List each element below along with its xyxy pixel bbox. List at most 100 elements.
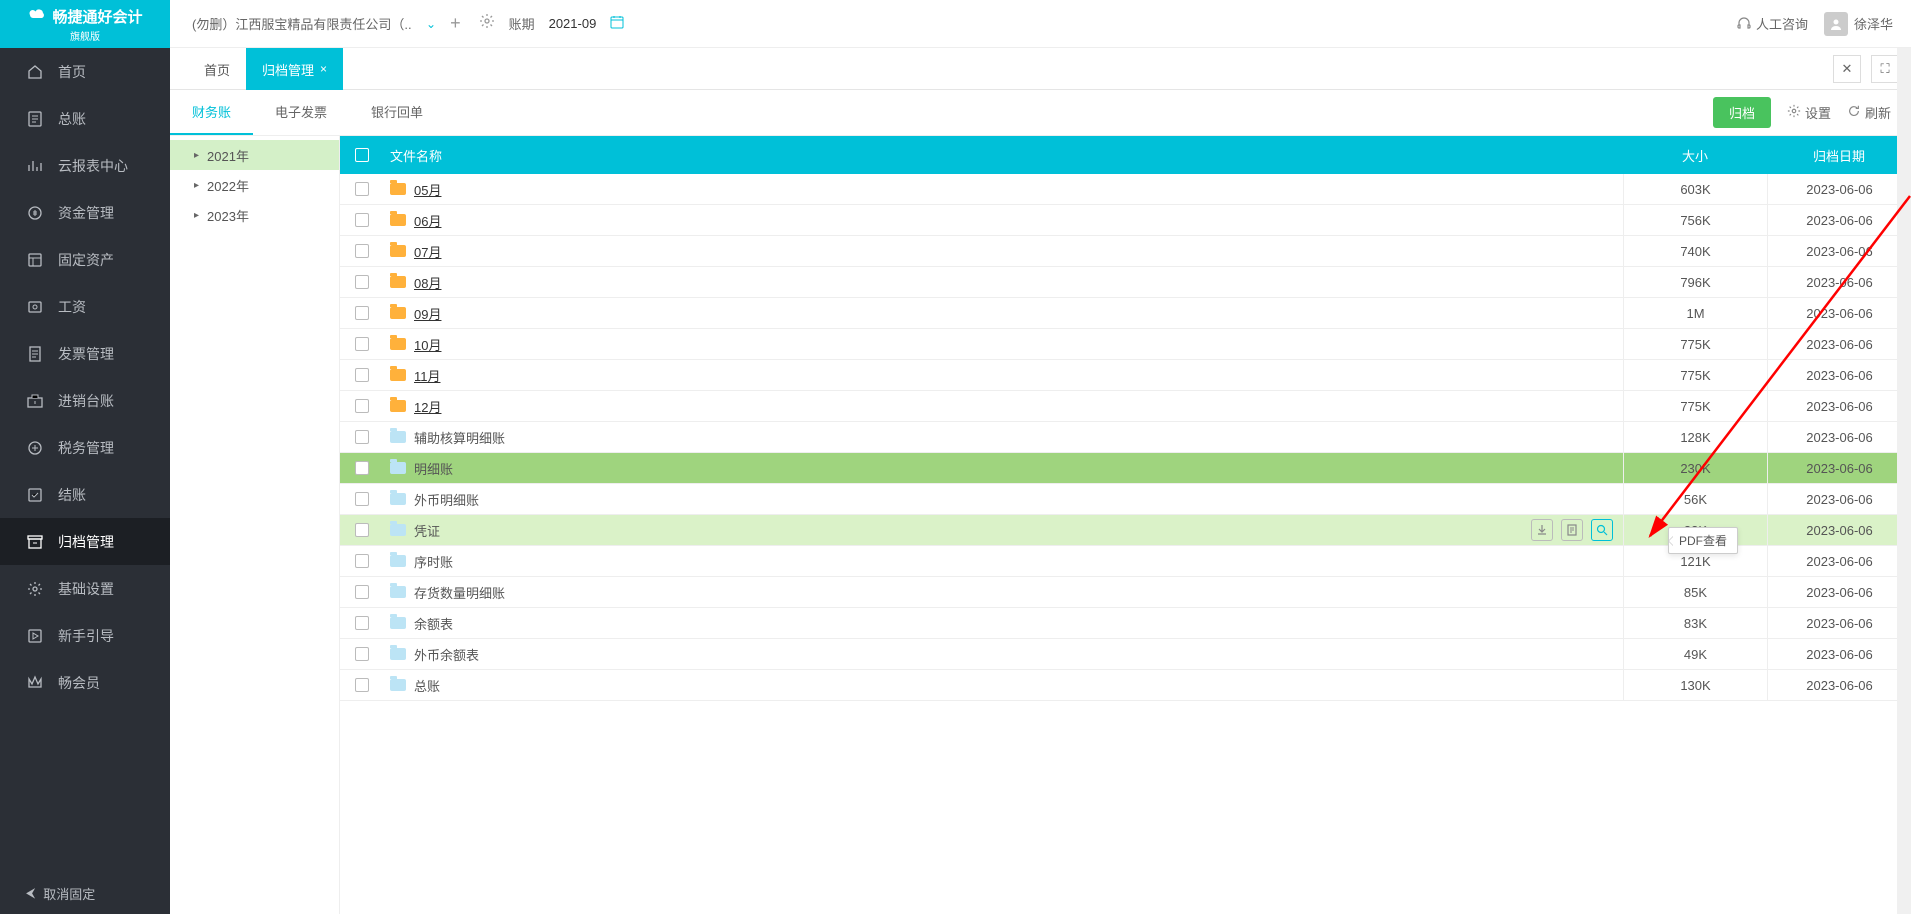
row-checkbox[interactable]	[355, 368, 369, 382]
row-checkbox[interactable]	[355, 182, 369, 196]
gear-icon[interactable]	[479, 13, 495, 34]
table-row[interactable]: 外币明细账56K2023-06-06	[340, 484, 1911, 515]
caret-right-icon: ▸	[194, 180, 199, 191]
sidebar-item-member[interactable]: 畅会员	[0, 659, 170, 706]
table-row[interactable]: 明细账230K2023-06-06	[340, 453, 1911, 484]
calendar-icon[interactable]	[610, 15, 624, 32]
table-row[interactable]: 10月775K2023-06-06	[340, 329, 1911, 360]
table-row[interactable]: 09月1M2023-06-06	[340, 298, 1911, 329]
archive-date: 2023-06-06	[1767, 422, 1911, 452]
row-checkbox[interactable]	[355, 399, 369, 413]
add-icon[interactable]: +	[450, 13, 461, 34]
archive-date: 2023-06-06	[1767, 391, 1911, 421]
table-row[interactable]: 05月603K2023-06-06	[340, 174, 1911, 205]
close-tab-button[interactable]: ✕	[1833, 55, 1861, 83]
company-selector[interactable]: (勿删）江西服宝精品有限责任公司（...	[192, 14, 412, 33]
sidebar-item-fund[interactable]: 资金管理	[0, 189, 170, 236]
refresh-link[interactable]: 刷新	[1847, 103, 1891, 122]
archive-date: 2023-06-06	[1767, 329, 1911, 359]
pdf-icon[interactable]	[1561, 519, 1583, 541]
row-checkbox[interactable]	[355, 492, 369, 506]
sidebar-item-settings[interactable]: 基础设置	[0, 565, 170, 612]
row-checkbox[interactable]	[355, 430, 369, 444]
table-row[interactable]: 外币余额表49K2023-06-06	[340, 639, 1911, 670]
file-size: 740K	[1623, 236, 1767, 266]
row-checkbox[interactable]	[355, 523, 369, 537]
sidebar-item-close[interactable]: 结账	[0, 471, 170, 518]
row-checkbox[interactable]	[355, 554, 369, 568]
table-row[interactable]: 总账130K2023-06-06	[340, 670, 1911, 701]
subtab[interactable]: 财务账	[170, 90, 253, 135]
username[interactable]: 徐泽华	[1854, 14, 1893, 33]
cancel-pin-button[interactable]: ⮜ 取消固定	[0, 872, 170, 914]
chevron-down-icon[interactable]: ⌄	[426, 17, 436, 31]
row-checkbox[interactable]	[355, 585, 369, 599]
sidebar-item-asset[interactable]: 固定资产	[0, 236, 170, 283]
row-checkbox[interactable]	[355, 647, 369, 661]
sidebar-item-report[interactable]: 云报表中心	[0, 142, 170, 189]
settings-icon	[26, 580, 44, 598]
table-row[interactable]: 08月796K2023-06-06	[340, 267, 1911, 298]
table-row[interactable]: 12月775K2023-06-06	[340, 391, 1911, 422]
sidebar-item-archive[interactable]: 归档管理	[0, 518, 170, 565]
subtab[interactable]: 银行回单	[349, 90, 445, 135]
sidebar-item-label: 基础设置	[58, 579, 114, 599]
archive-button[interactable]: 归档	[1713, 97, 1771, 128]
pdf-view-icon[interactable]	[1591, 519, 1613, 541]
gear-icon	[1787, 104, 1801, 121]
close-icon[interactable]: ×	[320, 62, 327, 76]
file-name[interactable]: 08月	[414, 273, 441, 292]
row-checkbox[interactable]	[355, 275, 369, 289]
row-checkbox[interactable]	[355, 616, 369, 630]
table-row[interactable]: 存货数量明细账85K2023-06-06	[340, 577, 1911, 608]
sidebar-item-label: 工资	[58, 297, 86, 317]
file-name[interactable]: 11月	[414, 366, 441, 385]
sidebar-item-tax[interactable]: 税务管理	[0, 424, 170, 471]
sidebar-item-stock[interactable]: 进销台账	[0, 377, 170, 424]
row-checkbox[interactable]	[355, 244, 369, 258]
fullscreen-button[interactable]: ⛶	[1871, 55, 1899, 83]
row-checkbox[interactable]	[355, 213, 369, 227]
table-row[interactable]: 余额表83K2023-06-06	[340, 608, 1911, 639]
sidebar-item-salary[interactable]: 工资	[0, 283, 170, 330]
tree-year[interactable]: ▸2021年	[170, 140, 339, 170]
table-row[interactable]: 07月740K2023-06-06	[340, 236, 1911, 267]
table-row[interactable]: 辅助核算明细账128K2023-06-06	[340, 422, 1911, 453]
period-value[interactable]: 2021-09	[549, 16, 597, 31]
sidebar-item-home[interactable]: 首页	[0, 48, 170, 95]
file-name[interactable]: 10月	[414, 335, 441, 354]
tree-label: 2022年	[207, 176, 249, 195]
avatar[interactable]	[1824, 12, 1848, 36]
salary-icon	[26, 298, 44, 316]
tab[interactable]: 归档管理×	[246, 48, 343, 90]
file-name[interactable]: 07月	[414, 242, 441, 261]
file-name[interactable]: 06月	[414, 211, 441, 230]
subtab[interactable]: 电子发票	[253, 90, 349, 135]
download-icon[interactable]	[1531, 519, 1553, 541]
select-all-checkbox[interactable]	[355, 148, 369, 162]
sidebar-item-invoice[interactable]: 发票管理	[0, 330, 170, 377]
settings-label: 设置	[1805, 103, 1831, 122]
brand-edition: 旗舰版	[70, 28, 100, 43]
table-row[interactable]: 06月756K2023-06-06	[340, 205, 1911, 236]
folder-icon	[390, 307, 406, 319]
sidebar-item-ledger[interactable]: 总账	[0, 95, 170, 142]
tab[interactable]: 首页	[188, 48, 246, 90]
headset-icon[interactable]: 人工咨询	[1736, 14, 1808, 33]
file-name[interactable]: 09月	[414, 304, 441, 323]
row-checkbox[interactable]	[355, 306, 369, 320]
tree-year[interactable]: ▸2023年	[170, 200, 339, 230]
vertical-scrollbar[interactable]	[1897, 48, 1911, 914]
row-checkbox[interactable]	[355, 461, 369, 475]
archive-date: 2023-06-06	[1767, 608, 1911, 638]
file-icon	[390, 462, 406, 474]
row-checkbox[interactable]	[355, 337, 369, 351]
table-row[interactable]: 11月775K2023-06-06	[340, 360, 1911, 391]
file-name[interactable]: 05月	[414, 180, 441, 199]
sidebar-item-guide[interactable]: 新手引导	[0, 612, 170, 659]
file-name[interactable]: 12月	[414, 397, 441, 416]
topbar: (勿删）江西服宝精品有限责任公司（... ⌄ + 账期 2021-09 人工咨询	[170, 0, 1911, 48]
row-checkbox[interactable]	[355, 678, 369, 692]
settings-link[interactable]: 设置	[1787, 103, 1831, 122]
tree-year[interactable]: ▸ 2022年	[170, 170, 339, 200]
